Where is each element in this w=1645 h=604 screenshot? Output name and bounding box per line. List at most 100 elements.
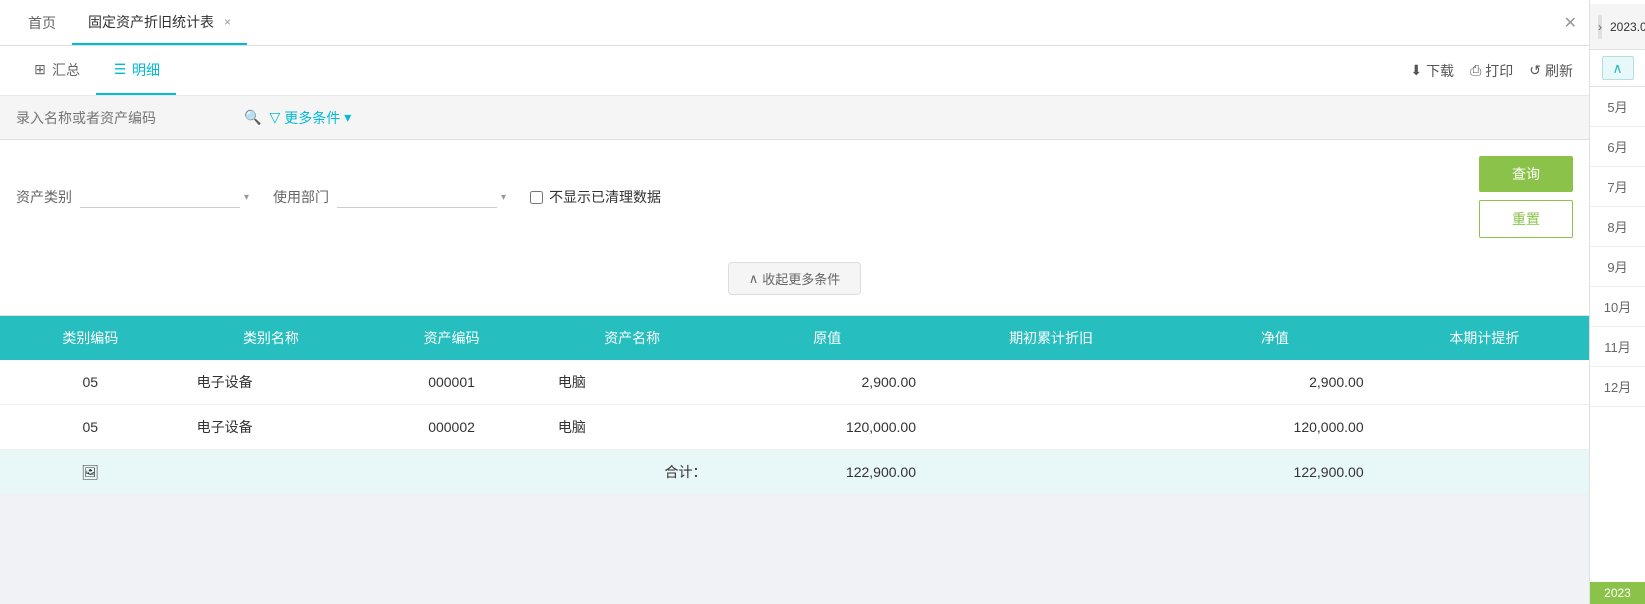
asset-category-label: 资产类别 [16, 187, 72, 207]
asset-category-arrow-icon: ▾ [244, 192, 249, 203]
hide-cleared-label: 不显示已清理数据 [549, 187, 661, 207]
close-tab-icon[interactable]: × [224, 15, 231, 29]
cell-asset-code: 000002 [361, 405, 542, 450]
table-header: 类别编码 类别名称 资产编码 资产名称 原值 期初累计折旧 净值 本期计提折 [0, 316, 1589, 360]
table-body: 05 电子设备 000001 电脑 2,900.00 2,900.00 05 电… [0, 360, 1589, 495]
cell-net-value: 2,900.00 [1170, 360, 1380, 405]
total-current-depreciation [1380, 450, 1589, 495]
col-asset-name: 资产名称 [542, 316, 723, 360]
table-total-row: 🖼 合计： 122,900.00 122,900.00 [0, 450, 1589, 495]
col-accumulated-depreciation: 期初累计折旧 [932, 316, 1170, 360]
cell-asset-name: 电脑 [542, 405, 723, 450]
filter-asset-category: 资产类别 ▾ [16, 187, 249, 208]
cell-net-value: 120,000.00 [1170, 405, 1380, 450]
department-label: 使用部门 [273, 187, 329, 207]
hide-cleared-checkbox-item: 不显示已清理数据 [530, 187, 661, 207]
data-table: 类别编码 类别名称 资产编码 资产名称 原值 期初累计折旧 净值 本期计提折 0… [0, 316, 1589, 495]
search-bar: 🔍 ▽ 更多条件 ▾ [0, 96, 1589, 140]
col-asset-code: 资产编码 [361, 316, 542, 360]
sidebar-month-12[interactable]: 12月 [1590, 367, 1645, 407]
sidebar-months: 5月 6月 7月 8月 9月 10月 11月 12月 [1590, 87, 1645, 407]
summary-icon: ⊞ [32, 62, 48, 78]
filter-button[interactable]: ▽ 更多条件 ▾ [269, 108, 351, 128]
asset-category-select-wrapper: ▾ [80, 187, 249, 208]
sidebar-month-5[interactable]: 5月 [1590, 87, 1645, 127]
total-accumulated-depreciation [932, 450, 1170, 495]
print-icon: ⎙ [1470, 62, 1481, 79]
department-arrow-icon: ▾ [501, 192, 506, 203]
sidebar-month-7[interactable]: 7月 [1590, 167, 1645, 207]
filter-label: 更多条件 [284, 108, 340, 128]
asset-category-select[interactable] [80, 187, 240, 208]
total-icon-cell: 🖼 [0, 450, 181, 495]
sidebar-year-badge[interactable]: 2023 [1590, 582, 1645, 604]
sidebar-month-8[interactable]: 8月 [1590, 207, 1645, 247]
filter-row-1: 资产类别 ▾ 使用部门 ▾ 不显示已清理数 [16, 156, 1573, 238]
table-row: 05 电子设备 000002 电脑 120,000.00 120,000.00 [0, 405, 1589, 450]
filter-department: 使用部门 ▾ [273, 187, 506, 208]
collapse-icon: ∧ [749, 271, 759, 287]
col-original-value: 原值 [723, 316, 933, 360]
col-net-value: 净值 [1170, 316, 1380, 360]
query-button[interactable]: 查询 [1479, 156, 1573, 192]
detail-icon: ☰ [112, 62, 128, 78]
collapse-label: 收起更多条件 [762, 269, 840, 288]
right-sidebar-header: › 2023.01 [1590, 4, 1645, 50]
sidebar-month-11[interactable]: 11月 [1590, 327, 1645, 367]
cell-asset-code: 000001 [361, 360, 542, 405]
filter-icon: ▽ [269, 109, 280, 126]
sidebar-date-label: 2023.01 [1606, 20, 1645, 34]
download-icon: ⬇ [1410, 62, 1422, 79]
col-category-code: 类别编码 [0, 316, 181, 360]
download-button[interactable]: ⬇ 下载 [1410, 61, 1454, 81]
action-group: ⬇ 下载 ⎙ 打印 ↺ 刷新 [1410, 61, 1573, 81]
cell-current-depreciation [1380, 360, 1589, 405]
search-icon[interactable]: 🔍 [244, 109, 261, 126]
print-button[interactable]: ⎙ 打印 [1470, 61, 1513, 81]
nav-tab-label: 固定资产折旧统计表 [88, 12, 214, 32]
total-original-value: 122,900.00 [723, 450, 933, 495]
nav-home[interactable]: 首页 [12, 0, 72, 45]
total-icon: 🖼 [81, 464, 99, 480]
sidebar-nav-arrow[interactable]: › [1598, 15, 1602, 39]
table-row: 05 电子设备 000001 电脑 2,900.00 2,900.00 [0, 360, 1589, 405]
nav-active-tab[interactable]: 固定资产折旧统计表 × [72, 0, 247, 45]
download-label: 下载 [1426, 61, 1454, 81]
cell-category-name: 电子设备 [181, 360, 362, 405]
table-container: 类别编码 类别名称 资产编码 资产名称 原值 期初累计折旧 净值 本期计提折 0… [0, 316, 1589, 604]
cell-accumulated-depreciation [932, 360, 1170, 405]
filter-panel: 资产类别 ▾ 使用部门 ▾ 不显示已清理数 [0, 140, 1589, 316]
reset-button[interactable]: 重置 [1479, 200, 1573, 238]
sidebar-month-9[interactable]: 9月 [1590, 247, 1645, 287]
tab-detail-label: 明细 [132, 60, 160, 80]
sidebar-month-6[interactable]: 6月 [1590, 127, 1645, 167]
cell-current-depreciation [1380, 405, 1589, 450]
collapse-row: ∧ 收起更多条件 [16, 250, 1573, 299]
cell-original-value: 120,000.00 [723, 405, 933, 450]
refresh-icon: ↺ [1529, 62, 1541, 79]
hide-cleared-checkbox[interactable] [530, 191, 543, 204]
col-category-name: 类别名称 [181, 316, 362, 360]
cell-category-code: 05 [0, 360, 181, 405]
total-net-value: 122,900.00 [1170, 450, 1380, 495]
tab-detail[interactable]: ☰ 明细 [96, 46, 176, 95]
col-current-depreciation: 本期计提折 [1380, 316, 1589, 360]
department-select-wrapper: ▾ [337, 187, 506, 208]
cell-original-value: 2,900.00 [723, 360, 933, 405]
refresh-button[interactable]: ↺ 刷新 [1529, 61, 1573, 81]
window-close-icon[interactable]: ✕ [1564, 13, 1577, 33]
search-input[interactable] [16, 110, 236, 126]
tab-summary[interactable]: ⊞ 汇总 [16, 46, 96, 95]
print-label: 打印 [1485, 61, 1513, 81]
department-select[interactable] [337, 187, 497, 208]
tab-summary-label: 汇总 [52, 60, 80, 80]
cell-category-name: 电子设备 [181, 405, 362, 450]
toolbar-row: ⊞ 汇总 ☰ 明细 ⬇ 下载 ⎙ 打印 ↺ 刷新 [0, 46, 1589, 96]
chevron-down-icon: ▾ [344, 109, 351, 126]
cell-category-code: 05 [0, 405, 181, 450]
cell-asset-name: 电脑 [542, 360, 723, 405]
sidebar-month-10[interactable]: 10月 [1590, 287, 1645, 327]
tab-group: ⊞ 汇总 ☰ 明细 [16, 46, 176, 95]
collapse-button[interactable]: ∧ 收起更多条件 [728, 262, 862, 295]
sidebar-up-button[interactable]: ∧ [1602, 56, 1634, 80]
